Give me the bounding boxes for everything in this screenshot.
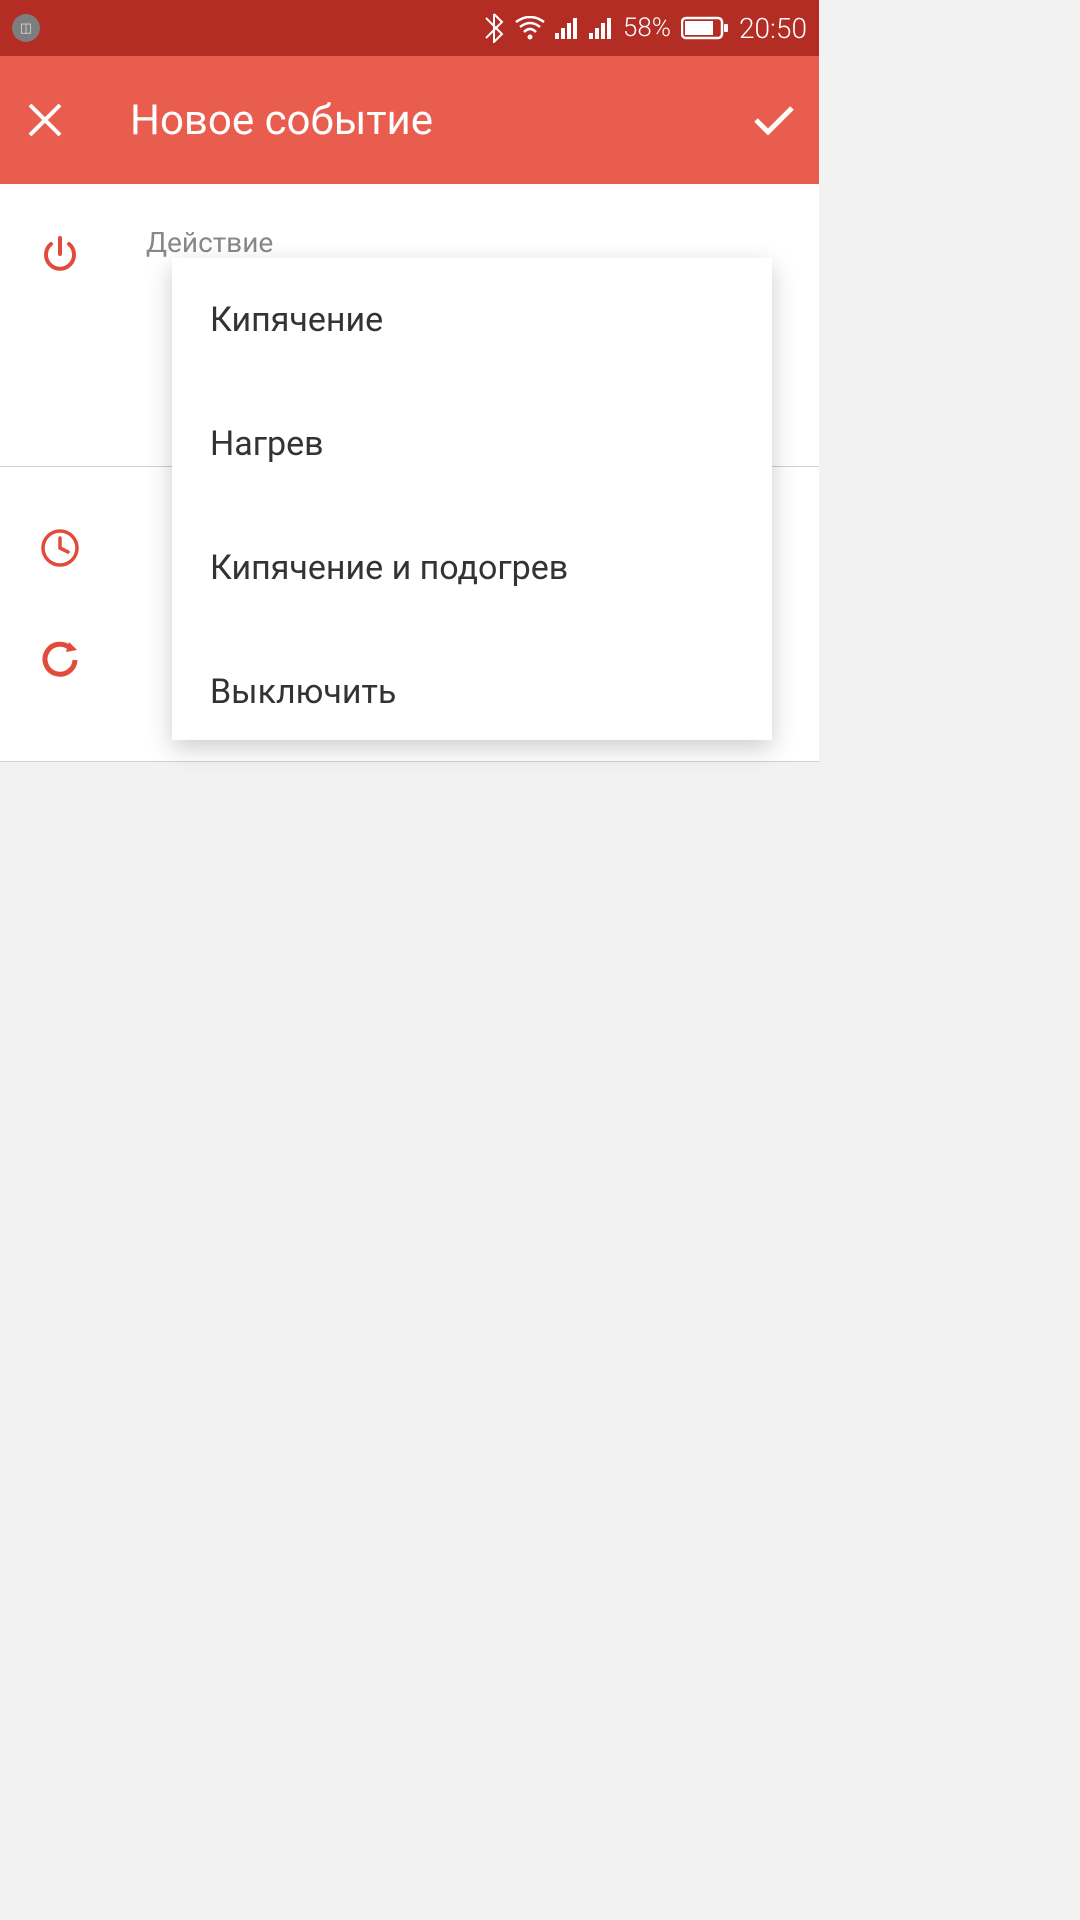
close-button[interactable] bbox=[20, 95, 70, 145]
dropdown-item-off[interactable]: Выключить bbox=[172, 630, 772, 740]
notification-icon: ◫ bbox=[12, 14, 40, 42]
action-label: Действие bbox=[146, 226, 273, 259]
power-icon bbox=[30, 234, 90, 276]
battery-icon bbox=[681, 16, 729, 40]
action-dropdown: Кипячение Нагрев Кипячение и подогрев Вы… bbox=[172, 258, 772, 740]
wifi-icon bbox=[515, 16, 545, 40]
dropdown-item-boil-warm[interactable]: Кипячение и подогрев bbox=[172, 506, 772, 630]
bluetooth-icon bbox=[483, 13, 505, 43]
battery-percentage: 58% bbox=[623, 13, 671, 43]
signal-icon-1 bbox=[555, 17, 579, 39]
status-left: ◫ bbox=[12, 14, 40, 42]
status-time: 20:50 bbox=[739, 12, 807, 45]
signal-icon-2 bbox=[589, 17, 613, 39]
confirm-button[interactable] bbox=[749, 95, 799, 145]
status-bar: ◫ bbox=[0, 0, 819, 56]
status-right: 58% 20:50 bbox=[483, 12, 807, 45]
app-bar: Новое событие bbox=[0, 56, 819, 184]
dropdown-item-heat[interactable]: Нагрев bbox=[172, 382, 772, 506]
clock-icon bbox=[30, 527, 90, 569]
repeat-icon bbox=[30, 639, 90, 681]
dropdown-item-boil[interactable]: Кипячение bbox=[172, 258, 772, 382]
page-title: Новое событие bbox=[130, 96, 433, 145]
content-area: Действие Кипячение Нагрев bbox=[0, 184, 819, 762]
